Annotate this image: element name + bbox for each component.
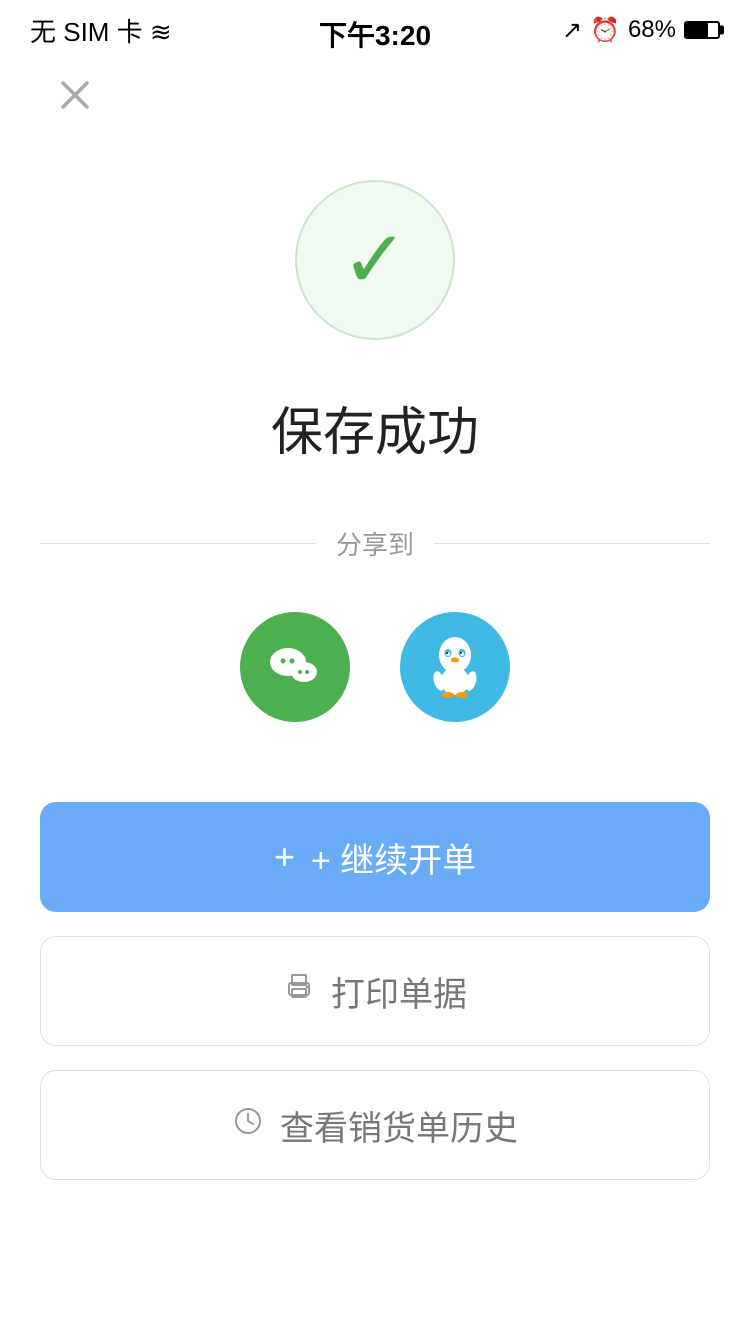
battery-icon [684,21,720,39]
close-button[interactable] [50,70,100,120]
divider-right [434,543,710,544]
continue-button[interactable]: + + 继续开单 [40,802,710,912]
status-bar: 无 SIM 卡 ≋ 下午3:20 ↗ ⏰ 68% [0,0,750,60]
qq-share-button[interactable] [400,612,510,722]
continue-button-label: + 继续开单 [311,833,476,882]
location-icon: ↗ [562,16,582,45]
success-title: 保存成功 [271,390,479,465]
print-button-label: 打印单据 [331,967,467,1016]
wechat-share-button[interactable] [240,612,350,722]
alarm-icon: ⏰ [590,16,620,45]
print-button[interactable]: 打印单据 [40,936,710,1046]
action-buttons: + + 继续开单 打印单据 查看销货单历 [40,802,710,1180]
battery-label: 68% [628,16,676,44]
close-icon [57,77,93,113]
status-right: ↗ ⏰ 68% [562,16,720,45]
share-icons-row [240,612,510,722]
qq-icon [424,633,486,701]
share-label: 分享到 [336,525,414,562]
status-time: 下午3:20 [319,14,431,54]
print-icon [283,971,315,1011]
wechat-icon [264,636,326,698]
success-circle: ✓ [295,180,455,340]
history-button-label: 查看销货单历史 [280,1101,518,1150]
history-icon [232,1105,264,1145]
history-button[interactable]: 查看销货单历史 [40,1070,710,1180]
plus-icon: + [274,836,295,878]
status-left: 无 SIM 卡 ≋ [30,12,172,49]
sim-label: 无 SIM 卡 ≋ [30,12,172,49]
main-content: ✓ 保存成功 分享到 [0,60,750,1180]
share-divider: 分享到 [40,525,710,562]
checkmark-icon: ✓ [341,220,408,300]
divider-left [40,543,316,544]
